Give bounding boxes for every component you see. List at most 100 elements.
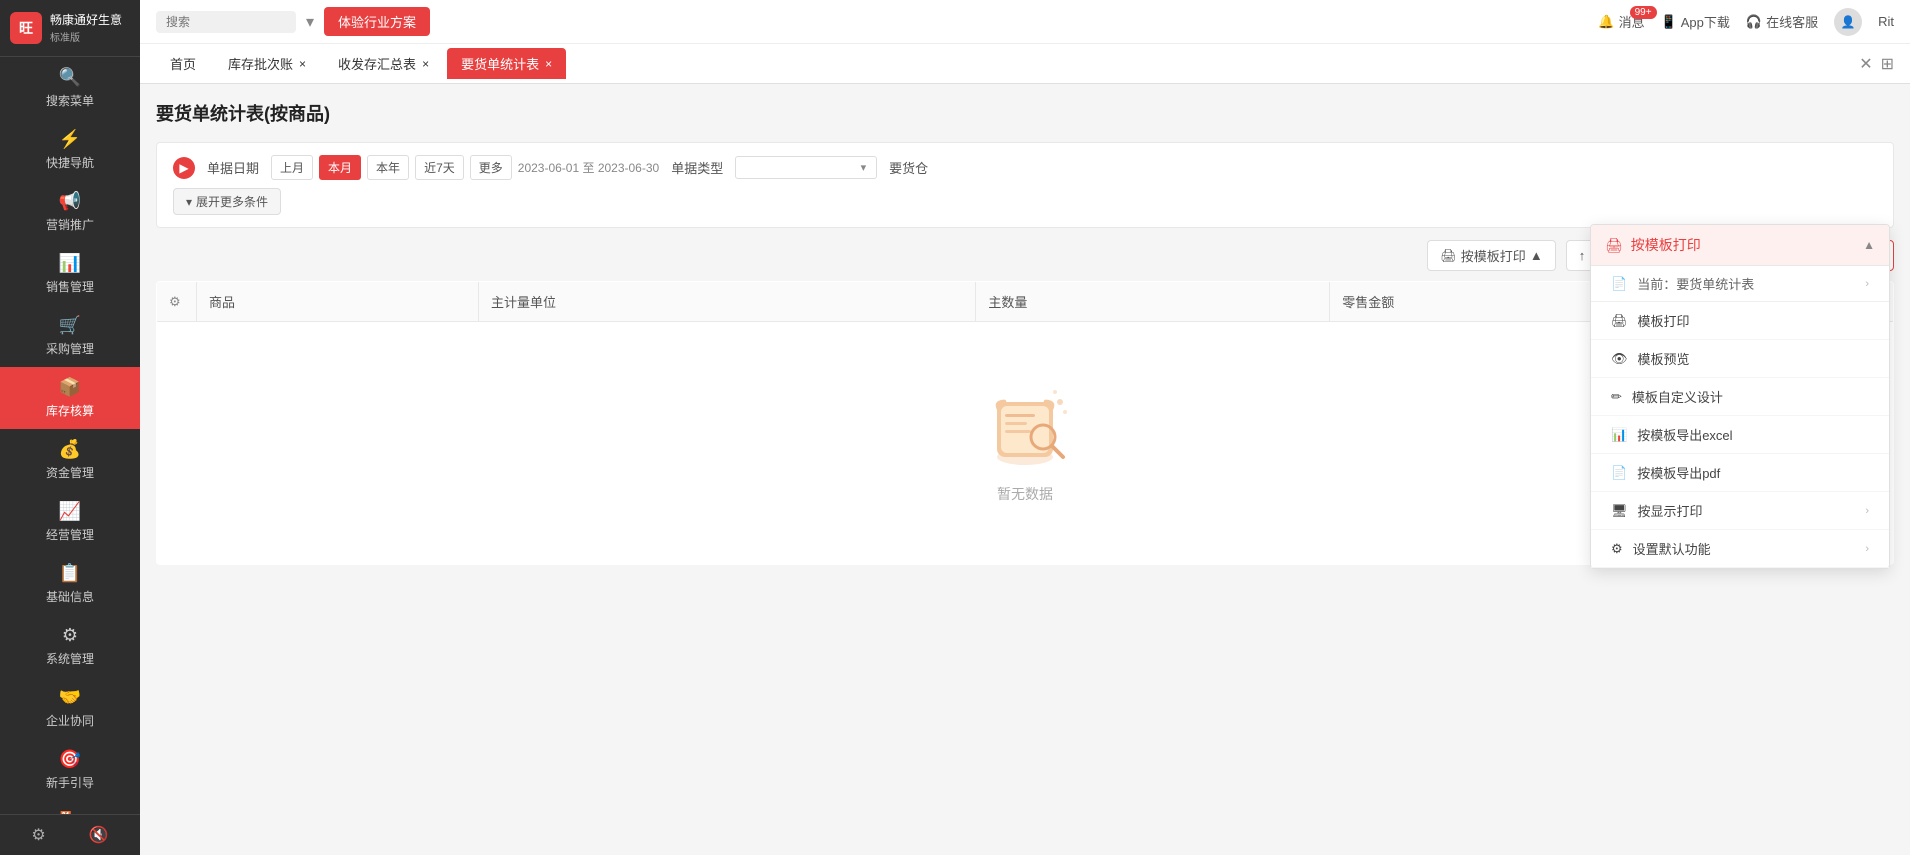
dropdown-item-print[interactable]: 🖨 模板打印 [1591, 302, 1889, 340]
date-btn-last-month[interactable]: 上月 [271, 155, 313, 180]
print-arrow-icon: ▲ [1530, 248, 1543, 263]
dropdown-close-icon[interactable]: ▲ [1863, 238, 1875, 252]
guide-icon: 🎯 [59, 749, 81, 770]
sidebar: 旺 畅康通好生意 标准版 🔍 搜索菜单 ⚡ 快捷导航 📢 营销推广 📊 销售管理… [0, 0, 140, 855]
sidebar-item-finance[interactable]: 💰 资金管理 [0, 429, 140, 491]
sidebar-item-search[interactable]: 🔍 搜索菜单 [0, 57, 140, 119]
date-range-display: 2023-06-01 至 2023-06-30 [518, 159, 659, 176]
page-title: 要货单统计表(按商品) [156, 100, 1894, 126]
content-area: 要货单统计表(按商品) ▶ 单据日期 上月 本月 本年 近7天 更多 2023-… [140, 84, 1910, 855]
sidebar-nav: 🔍 搜索菜单 ⚡ 快捷导航 📢 营销推广 📊 销售管理 🛒 采购管理 📦 库存核… [0, 57, 140, 814]
table-header-product: 商品 [197, 282, 479, 322]
message-button[interactable]: 🔔 消息 99+ [1598, 12, 1644, 31]
sidebar-item-label-search: 搜索菜单 [46, 92, 94, 109]
dropdown-item-set-default[interactable]: ⚙ 设置默认功能 › [1591, 530, 1889, 568]
search-input[interactable] [156, 11, 296, 33]
print-icon: 🖨 [1440, 248, 1457, 264]
inventory-icon: 📦 [59, 377, 81, 398]
avatar[interactable]: 👤 [1834, 8, 1862, 36]
purchase-icon: 🛒 [59, 315, 81, 336]
date-filter: 上月 本月 本年 近7天 更多 2023-06-01 至 2023-06-30 [271, 155, 659, 180]
topbar-right: 🔔 消息 99+ 📱 App下载 🎧 在线客服 👤 Rit [1598, 8, 1894, 36]
logo: 旺 畅康通好生意 标准版 [0, 0, 140, 57]
logo-sub: 标准版 [50, 29, 122, 44]
table-header-settings[interactable]: ⚙ [157, 282, 197, 322]
gear-icon[interactable]: ▾ [306, 12, 314, 32]
sidebar-item-quicknav[interactable]: ⚡ 快捷导航 [0, 119, 140, 181]
warehouse-filter-label: 要货仓 [889, 158, 928, 177]
dropdown-print-item-icon: 🖨 [1611, 313, 1628, 329]
sidebar-item-operation[interactable]: 📈 经营管理 [0, 491, 140, 553]
logo-icon: 旺 [10, 12, 42, 44]
dropdown-item-excel[interactable]: 📊 按模板导出excel [1591, 416, 1889, 454]
settings-bottom-icon[interactable]: ⚙ [31, 825, 45, 845]
table-header-unit: 主计量单位 [478, 282, 975, 322]
sidebar-item-inventory[interactable]: 📦 库存核算 [0, 367, 140, 429]
sidebar-item-appstore[interactable]: 🏪 应用中心 [0, 801, 140, 814]
dropdown-item-display-print[interactable]: 🖥 按显示打印 › [1591, 492, 1889, 530]
mobile-icon: 📱 [1661, 14, 1677, 30]
date-btn-7days[interactable]: 近7天 [415, 155, 464, 180]
dropdown-item-design[interactable]: ✏ 模板自定义设计 [1591, 378, 1889, 416]
date-btn-this-year[interactable]: 本年 [367, 155, 409, 180]
username[interactable]: Rit [1878, 14, 1894, 29]
current-indicator-icon: 📄 [1611, 276, 1627, 292]
tabbar-actions: ✕ ⊞ [1859, 54, 1894, 74]
dropdown-title: 🖨 按模板打印 [1605, 235, 1701, 255]
main-area: ▾ 体验行业方案 🔔 消息 99+ 📱 App下载 🎧 在线客服 👤 Rit 首… [140, 0, 1910, 855]
filter-bar: ▶ 单据日期 上月 本月 本年 近7天 更多 2023-06-01 至 2023… [156, 142, 1894, 228]
date-filter-label: 单据日期 [207, 158, 259, 177]
tab-close-batch[interactable]: × [299, 57, 306, 71]
dropdown-design-icon: ✏ [1611, 389, 1622, 405]
sales-icon: 📊 [59, 253, 81, 274]
table-settings-icon[interactable]: ⚙ [169, 294, 181, 309]
type-filter-arrow: ▾ [861, 161, 867, 174]
tab-close-summary[interactable]: × [422, 57, 429, 71]
expand-more-button[interactable]: ▾ 展开更多条件 [173, 188, 281, 215]
dropdown-item-pdf[interactable]: 📄 按模板导出pdf [1591, 454, 1889, 492]
sidebar-item-marketing[interactable]: 📢 营销推广 [0, 181, 140, 243]
sidebar-item-system[interactable]: ⚙ 系统管理 [0, 615, 140, 677]
print-template-button[interactable]: 🖨 按模板打印 ▲ [1427, 240, 1555, 271]
dropdown-item-preview[interactable]: 👁 模板预览 [1591, 340, 1889, 378]
sidebar-item-sales[interactable]: 📊 销售管理 [0, 243, 140, 305]
dropdown-setdefault-icon: ⚙ [1611, 541, 1623, 557]
date-btn-this-month[interactable]: 本月 [319, 155, 361, 180]
tabbar: 首页 库存批次账 × 收发存汇总表 × 要货单统计表 × ✕ ⊞ [140, 44, 1910, 84]
tab-batch[interactable]: 库存批次账 × [214, 48, 320, 79]
expand-more-icon: ▾ [186, 195, 192, 209]
topbar: ▾ 体验行业方案 🔔 消息 99+ 📱 App下载 🎧 在线客服 👤 Rit [140, 0, 1910, 44]
sidebar-item-label-marketing: 营销推广 [46, 216, 94, 233]
sidebar-item-basic[interactable]: 📋 基础信息 [0, 553, 140, 615]
type-filter-label: 单据类型 [671, 158, 723, 177]
sidebar-item-label-system: 系统管理 [46, 650, 94, 667]
message-badge: 99+ [1630, 6, 1657, 19]
tab-order-stats[interactable]: 要货单统计表 × [447, 48, 566, 79]
tab-close-order[interactable]: × [545, 57, 552, 71]
headphone-icon: 🎧 [1746, 14, 1762, 30]
sidebar-item-collab[interactable]: 🤝 企业协同 [0, 677, 140, 739]
sidebar-item-label-collab: 企业协同 [46, 712, 94, 729]
dropdown-current-item[interactable]: 📄 当前：要货单统计表 › [1591, 266, 1889, 302]
service-button[interactable]: 🎧 在线客服 [1746, 12, 1818, 31]
sidebar-item-label-purchase: 采购管理 [46, 340, 94, 357]
close-all-tabs-button[interactable]: ✕ [1859, 54, 1872, 74]
filter-expand-icon-button[interactable]: ▶ [173, 157, 195, 179]
print-template-dropdown: 🖨 按模板打印 ▲ 📄 当前：要货单统计表 › 🖨 模板打印 👁 模板预览 [1590, 224, 1890, 569]
sidebar-item-label-quicknav: 快捷导航 [46, 154, 94, 171]
sidebar-item-label-finance: 资金管理 [46, 464, 94, 481]
type-filter-select[interactable]: ▾ [735, 156, 877, 179]
marketing-icon: 📢 [59, 191, 81, 212]
date-btn-more[interactable]: 更多 [470, 155, 512, 180]
sidebar-item-purchase[interactable]: 🛒 采购管理 [0, 305, 140, 367]
finance-icon: 💰 [59, 439, 81, 460]
dropdown-preview-icon: 👁 [1611, 351, 1628, 367]
sidebar-item-guide[interactable]: 🎯 新手引导 [0, 739, 140, 801]
mute-icon[interactable]: 🔇 [89, 825, 109, 845]
expand-tabs-button[interactable]: ⊞ [1881, 54, 1894, 74]
tab-home[interactable]: 首页 [156, 48, 210, 79]
tab-summary[interactable]: 收发存汇总表 × [324, 48, 443, 79]
app-download-button[interactable]: 📱 App下载 [1661, 12, 1730, 31]
sidebar-bottom: ⚙ 🔇 [0, 814, 140, 855]
trial-button[interactable]: 体验行业方案 [324, 7, 430, 36]
